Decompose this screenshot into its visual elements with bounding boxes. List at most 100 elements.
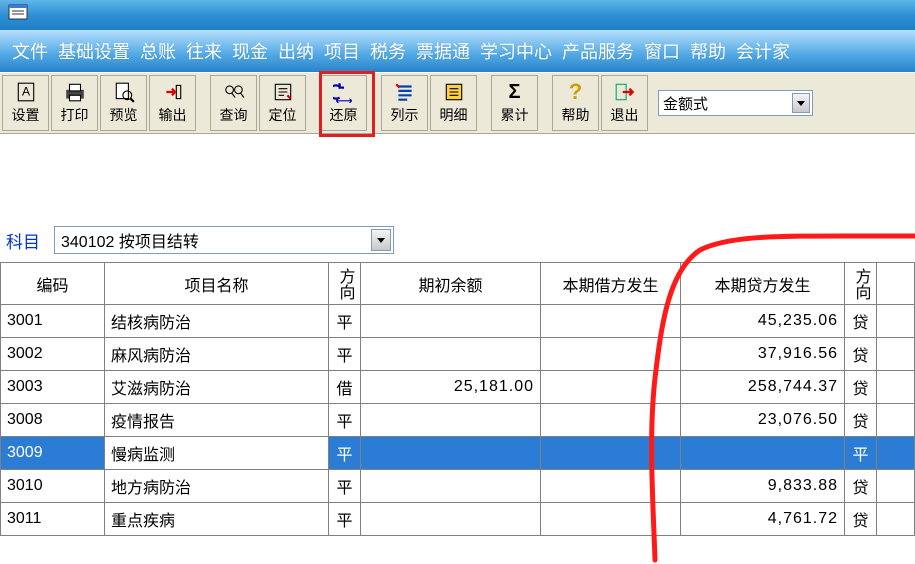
open-cell[interactable] [361,338,541,371]
toolbar: A 设置 打印 预览 输出 查询 定位 还原 列示 明细 Σ 累计 ? [0,72,915,134]
subject-value: 340102 按项目结转 [61,228,199,252]
debit-cell[interactable] [541,305,681,338]
tb-export[interactable]: 输出 [149,75,196,131]
open-cell[interactable]: 25,181.00 [361,371,541,404]
open-cell[interactable] [361,470,541,503]
code-cell[interactable]: 3011 [1,503,105,536]
table-row[interactable]: 3008疫情报告平 23,076.50贷 [1,404,915,437]
name-cell[interactable]: 结核病防治 [105,305,329,338]
code-cell[interactable]: 3008 [1,404,105,437]
table-row[interactable]: 3010地方病防治平 9,833.88贷 [1,470,915,503]
table-row[interactable]: 3002麻风病防治平 37,916.56贷 [1,338,915,371]
name-cell[interactable]: 疫情报告 [105,404,329,437]
table-row[interactable]: 3003艾滋病防治借25,181.00 258,744.37贷 [1,371,915,404]
dir2-cell[interactable]: 贷 [845,470,877,503]
credit-cell[interactable]: 9,833.88 [681,470,845,503]
menu-learn[interactable]: 学习中心 [480,38,552,64]
table-row[interactable]: 3001结核病防治平 45,235.06贷 [1,305,915,338]
menu-treasury[interactable]: 出纳 [278,38,314,64]
tb-list[interactable]: 列示 [381,75,428,131]
name-cell[interactable]: 地方病防治 [105,470,329,503]
col-code[interactable]: 编码 [1,263,105,305]
dir-cell[interactable]: 平 [329,305,361,338]
credit-cell[interactable]: 4,761.72 [681,503,845,536]
menu-ledger[interactable]: 总账 [140,38,176,64]
credit-cell[interactable]: 45,235.06 [681,305,845,338]
code-cell[interactable]: 3001 [1,305,105,338]
debit-cell[interactable] [541,437,681,470]
dir2-cell[interactable]: 贷 [845,305,877,338]
menu-basic[interactable]: 基础设置 [58,38,130,64]
credit-cell[interactable]: 258,744.37 [681,371,845,404]
debit-cell[interactable] [541,503,681,536]
dir-cell[interactable]: 平 [329,470,361,503]
tb-restore[interactable]: 还原 [320,75,367,131]
view-mode-dropdown[interactable]: 金额式 [658,90,813,116]
dir2-cell[interactable]: 贷 [845,404,877,437]
code-cell[interactable]: 3002 [1,338,105,371]
subject-dropdown[interactable]: 340102 按项目结转 [54,226,394,254]
menu-window[interactable]: 窗口 [644,38,680,64]
dir-cell[interactable]: 平 [329,503,361,536]
tb-locate[interactable]: 定位 [259,75,306,131]
table-row[interactable]: 3011重点疾病平 4,761.72贷 [1,503,915,536]
table-row[interactable]: 3009慢病监测平平 [1,437,915,470]
menu-tax[interactable]: 税务 [370,38,406,64]
code-cell[interactable]: 3009 [1,437,105,470]
menu-cash[interactable]: 现金 [232,38,268,64]
tb-print-label: 打印 [61,105,89,125]
tb-print[interactable]: 打印 [51,75,98,131]
debit-cell[interactable] [541,404,681,437]
code-cell[interactable]: 3010 [1,470,105,503]
name-cell[interactable]: 艾滋病防治 [105,371,329,404]
open-cell[interactable] [361,404,541,437]
tb-settings[interactable]: A 设置 [2,75,49,131]
printer-icon [64,81,86,103]
dir2-cell[interactable]: 贷 [845,503,877,536]
tb-sum[interactable]: Σ 累计 [491,75,538,131]
dir2-cell[interactable]: 贷 [845,371,877,404]
code-cell[interactable]: 3003 [1,371,105,404]
dir-cell[interactable]: 平 [329,338,361,371]
help-icon: ? [565,81,587,103]
menu-arap[interactable]: 往来 [186,38,222,64]
tb-preview[interactable]: 预览 [100,75,147,131]
menu-help[interactable]: 帮助 [690,38,726,64]
debit-cell[interactable] [541,338,681,371]
name-cell[interactable]: 重点疾病 [105,503,329,536]
debit-cell[interactable] [541,470,681,503]
menu-acchome[interactable]: 会计家 [736,38,790,64]
tb-locate-label: 定位 [269,105,297,125]
open-cell[interactable] [361,305,541,338]
menu-bills[interactable]: 票据通 [416,38,470,64]
col-dir1[interactable]: 方向 [329,263,361,305]
dir-cell[interactable]: 借 [329,371,361,404]
tb-search[interactable]: 查询 [210,75,257,131]
debit-cell[interactable] [541,371,681,404]
menu-products[interactable]: 产品服务 [562,38,634,64]
menu-file[interactable]: 文件 [12,38,48,64]
open-cell[interactable] [361,503,541,536]
col-dir2[interactable]: 方向 [845,263,877,305]
credit-cell[interactable]: 23,076.50 [681,404,845,437]
dir2-cell[interactable]: 平 [845,437,877,470]
col-open[interactable]: 期初余额 [361,263,541,305]
dir2-cell[interactable]: 贷 [845,338,877,371]
col-extra[interactable] [877,263,915,305]
menu-project[interactable]: 项目 [324,38,360,64]
dir-cell[interactable]: 平 [329,404,361,437]
credit-cell[interactable]: 37,916.56 [681,338,845,371]
col-credit[interactable]: 本期贷方发生 [681,263,845,305]
extra-cell [877,371,915,404]
dir-cell[interactable]: 平 [329,437,361,470]
tb-detail[interactable]: 明细 [430,75,477,131]
tb-exit[interactable]: 退出 [601,75,648,131]
open-cell[interactable] [361,437,541,470]
svg-text:A: A [21,84,30,98]
name-cell[interactable]: 麻风病防治 [105,338,329,371]
tb-help[interactable]: ? 帮助 [552,75,599,131]
col-debit[interactable]: 本期借方发生 [541,263,681,305]
credit-cell[interactable] [681,437,845,470]
col-name[interactable]: 项目名称 [105,263,329,305]
name-cell[interactable]: 慢病监测 [105,437,329,470]
